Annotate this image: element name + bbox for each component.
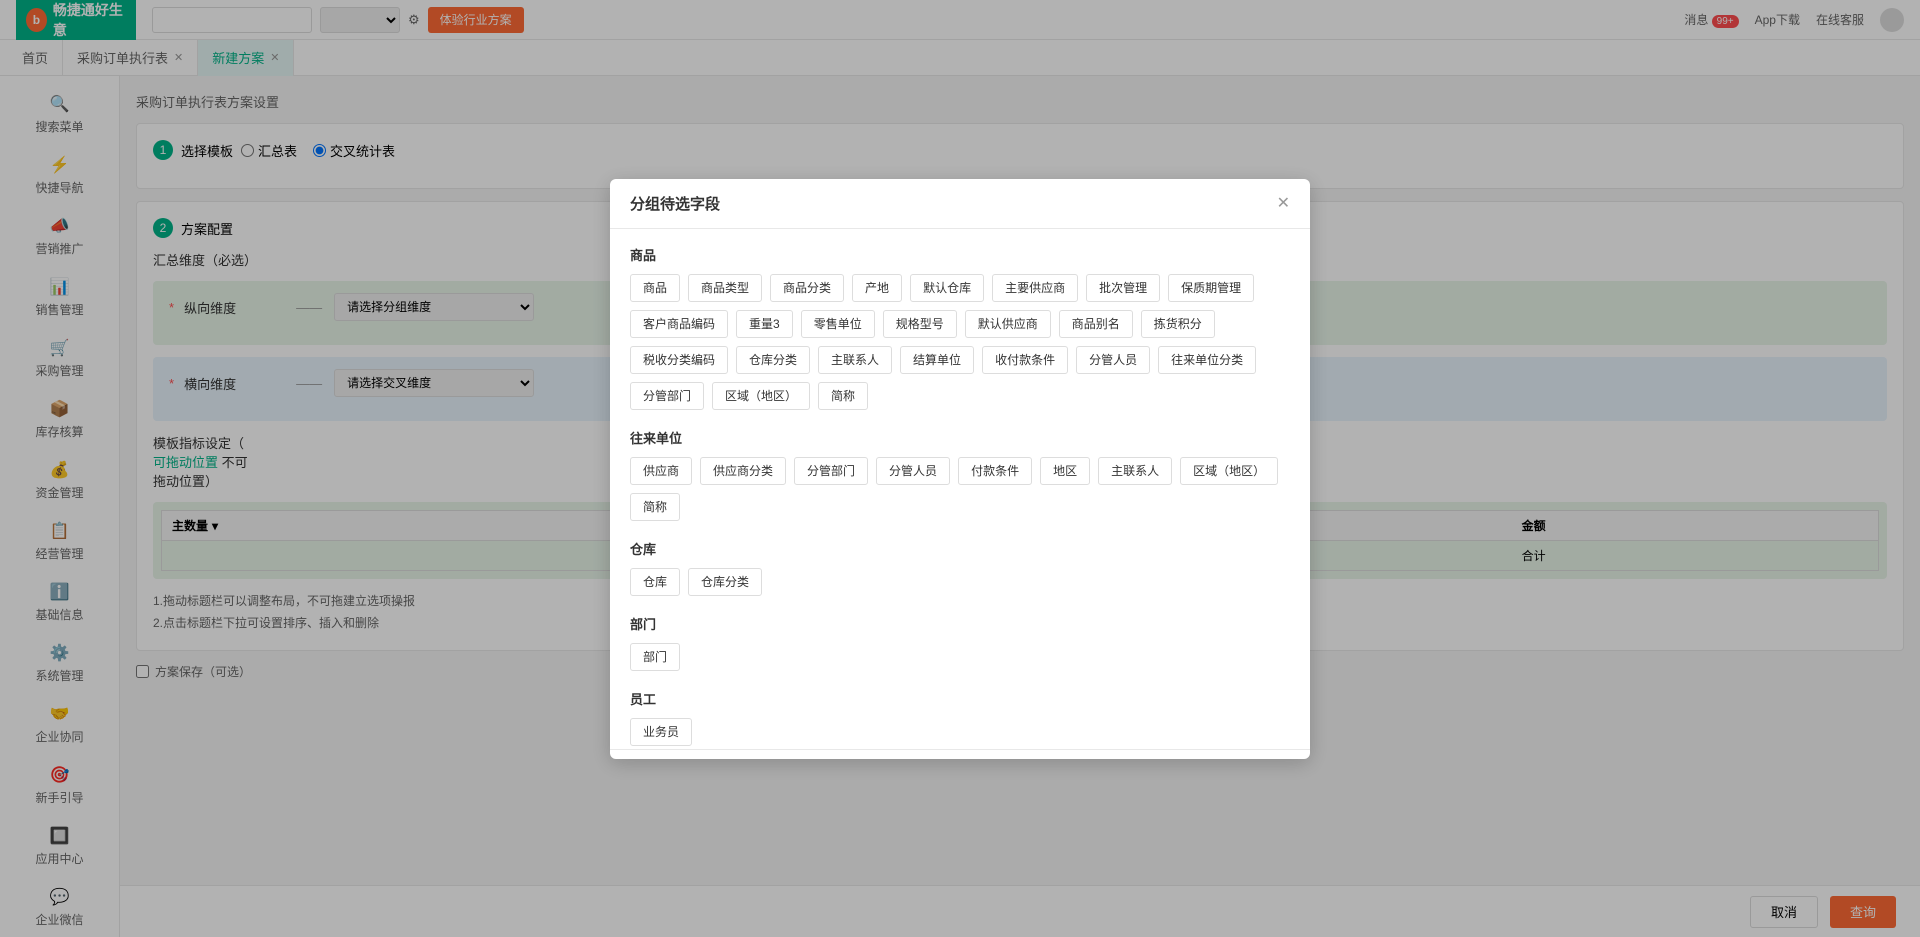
section-partner-title: 往来单位 — [630, 428, 1290, 447]
field-product-alias[interactable]: 商品别名 — [1059, 310, 1133, 338]
field-default-warehouse[interactable]: 默认仓库 — [910, 274, 984, 302]
field-short-name[interactable]: 简称 — [818, 382, 868, 410]
section-dept: 部门 部门 — [630, 614, 1290, 671]
field-main-supplier[interactable]: 主要供应商 — [992, 274, 1078, 302]
section-partner-fields: 供应商 供应商分类 分管部门 分管人员 付款条件 地区 主联系人 区域（地区） … — [630, 457, 1290, 521]
field-dept-mgmt2[interactable]: 分管部门 — [794, 457, 868, 485]
modal-close-icon[interactable]: ✕ — [1277, 193, 1290, 213]
field-area[interactable]: 地区 — [1040, 457, 1090, 485]
field-region2[interactable]: 区域（地区） — [1180, 457, 1278, 485]
field-region[interactable]: 区域（地区） — [712, 382, 810, 410]
field-partner-category[interactable]: 往来单位分类 — [1158, 346, 1256, 374]
field-pick-points[interactable]: 拣货积分 — [1141, 310, 1215, 338]
field-default-supplier[interactable]: 默认供应商 — [965, 310, 1051, 338]
field-payment-terms2[interactable]: 付款条件 — [958, 457, 1032, 485]
field-dept[interactable]: 部门 — [630, 643, 680, 671]
field-short-name2[interactable]: 简称 — [630, 493, 680, 521]
section-employee: 员工 业务员 — [630, 689, 1290, 746]
field-weight[interactable]: 重量3 — [736, 310, 793, 338]
modal-header: 分组待选字段 ✕ — [610, 179, 1310, 229]
field-batch-mgmt[interactable]: 批次管理 — [1086, 274, 1160, 302]
section-dept-title: 部门 — [630, 614, 1290, 633]
field-retail-unit[interactable]: 零售单位 — [801, 310, 875, 338]
field-warehouse-category[interactable]: 仓库分类 — [736, 346, 810, 374]
field-origin[interactable]: 产地 — [852, 274, 902, 302]
field-spec-model[interactable]: 规格型号 — [883, 310, 957, 338]
field-dept-mgmt[interactable]: 分管部门 — [630, 382, 704, 410]
modal-body: 商品 商品 商品类型 商品分类 产地 默认仓库 主要供应商 批次管理 保质期管理… — [610, 229, 1310, 749]
section-warehouse-title: 仓库 — [630, 539, 1290, 558]
field-settlement-unit[interactable]: 结算单位 — [900, 346, 974, 374]
field-product-type[interactable]: 商品类型 — [688, 274, 762, 302]
section-product-title: 商品 — [630, 245, 1290, 264]
modal-title: 分组待选字段 — [630, 193, 720, 214]
field-product-category[interactable]: 商品分类 — [770, 274, 844, 302]
field-customer-code[interactable]: 客户商品编码 — [630, 310, 728, 338]
field-supervisor[interactable]: 分管人员 — [1076, 346, 1150, 374]
field-main-contact[interactable]: 主联系人 — [818, 346, 892, 374]
modal-overlay: 分组待选字段 ✕ 商品 商品 商品类型 商品分类 产地 默认仓库 主要供应商 批… — [0, 0, 1920, 937]
section-warehouse-fields: 仓库 仓库分类 — [630, 568, 1290, 596]
section-dept-fields: 部门 — [630, 643, 1290, 671]
section-employee-title: 员工 — [630, 689, 1290, 708]
section-product: 商品 商品 商品类型 商品分类 产地 默认仓库 主要供应商 批次管理 保质期管理… — [630, 245, 1290, 410]
field-tax-code[interactable]: 税收分类编码 — [630, 346, 728, 374]
modal-horizontal-scrollbar[interactable] — [610, 749, 1310, 759]
field-sales-person[interactable]: 业务员 — [630, 718, 692, 746]
field-supplier-category[interactable]: 供应商分类 — [700, 457, 786, 485]
field-expiry-mgmt[interactable]: 保质期管理 — [1168, 274, 1254, 302]
field-main-contact2[interactable]: 主联系人 — [1098, 457, 1172, 485]
field-warehouse[interactable]: 仓库 — [630, 568, 680, 596]
modal-dialog: 分组待选字段 ✕ 商品 商品 商品类型 商品分类 产地 默认仓库 主要供应商 批… — [610, 179, 1310, 759]
section-warehouse: 仓库 仓库 仓库分类 — [630, 539, 1290, 596]
field-payment-terms[interactable]: 收付款条件 — [982, 346, 1068, 374]
field-warehouse-cat[interactable]: 仓库分类 — [688, 568, 762, 596]
section-employee-fields: 业务员 — [630, 718, 1290, 746]
field-product[interactable]: 商品 — [630, 274, 680, 302]
section-product-fields: 商品 商品类型 商品分类 产地 默认仓库 主要供应商 批次管理 保质期管理 客户… — [630, 274, 1290, 410]
field-supervisor2[interactable]: 分管人员 — [876, 457, 950, 485]
section-partner: 往来单位 供应商 供应商分类 分管部门 分管人员 付款条件 地区 主联系人 区域… — [630, 428, 1290, 521]
field-supplier[interactable]: 供应商 — [630, 457, 692, 485]
